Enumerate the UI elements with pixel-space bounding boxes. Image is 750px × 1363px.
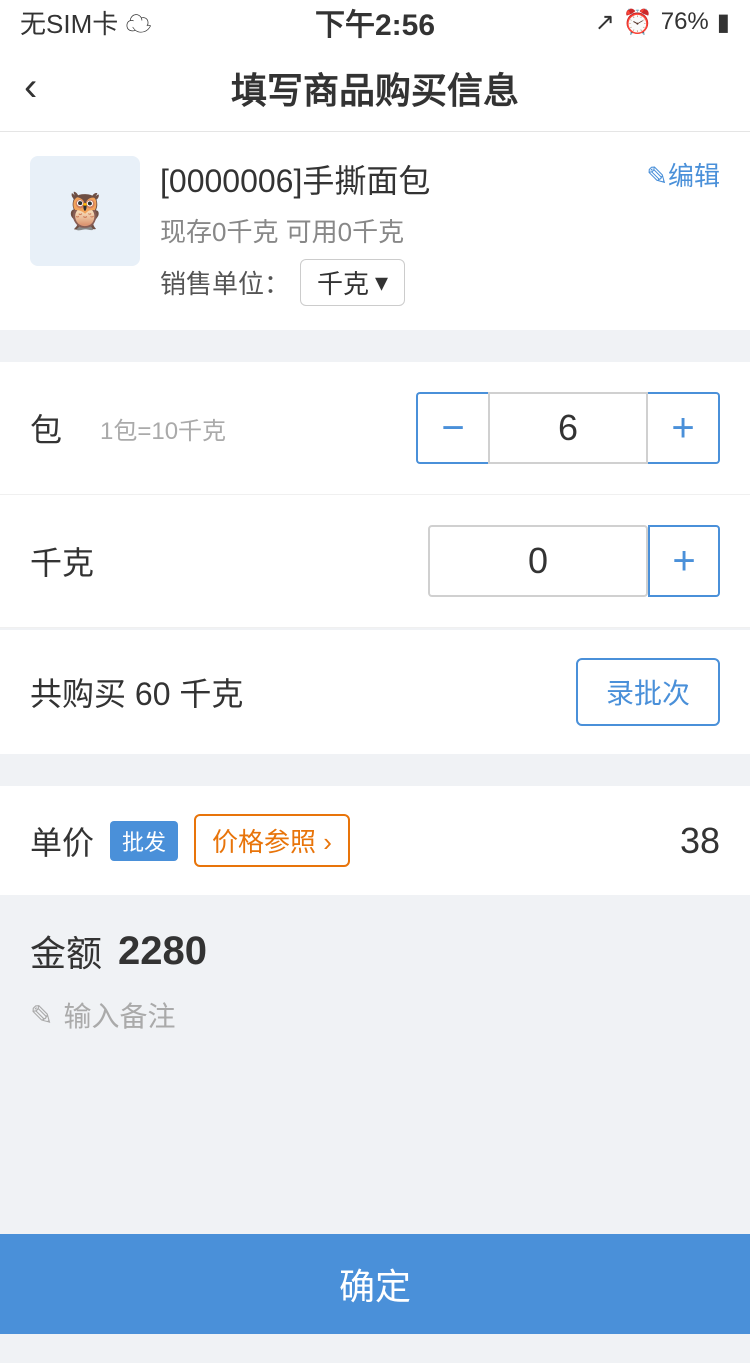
batch-button[interactable]: 录批次	[576, 658, 720, 726]
amount-label: 金额	[30, 925, 102, 977]
back-button[interactable]: ‹	[24, 65, 37, 110]
no-sim-text: 无SIM卡 ☁	[20, 4, 151, 41]
status-right: ↗ ⏰ 76% ▮	[595, 8, 730, 37]
kg-increment-button[interactable]: +	[648, 525, 720, 597]
battery-icon: ▮	[717, 8, 730, 37]
note-placeholder: 输入备注	[63, 995, 175, 1035]
bao-decrement-button[interactable]: −	[416, 392, 488, 464]
bao-label: 包	[30, 405, 90, 451]
quantity-bao-row: 包 1包=10千克 − +	[0, 362, 750, 495]
product-card: 🦉 [0000006]手撕面包 ✎编辑 现存0千克 可用0千克 销售单位： 千克…	[0, 132, 750, 330]
product-name-row: [0000006]手撕面包 ✎编辑	[160, 156, 720, 202]
battery-text: 76%	[661, 8, 709, 36]
bao-hint: 1包=10千克	[100, 411, 416, 446]
amount-row: 金额 2280	[30, 925, 720, 977]
price-ref-button[interactable]: 价格参照 ›	[194, 814, 350, 867]
note-row[interactable]: ✎ 输入备注	[30, 995, 720, 1035]
unit-value: 千克	[317, 264, 369, 301]
page-title: 填写商品购买信息	[231, 62, 519, 114]
bao-quantity-input[interactable]	[488, 392, 648, 464]
edit-button[interactable]: ✎编辑	[646, 156, 720, 193]
divider-1	[0, 346, 750, 362]
chevron-down-icon: ▾	[375, 267, 388, 298]
product-unit-row: 销售单位： 千克 ▾	[160, 259, 720, 306]
price-row: 单价 批发 价格参照 › 38	[30, 814, 720, 867]
pencil-icon: ✎	[30, 999, 53, 1032]
amount-value: 2280	[118, 929, 207, 974]
bao-increment-button[interactable]: +	[648, 392, 720, 464]
total-text: 共购买 60 千克	[30, 669, 243, 715]
confirm-button[interactable]: 确定	[0, 1234, 750, 1334]
kg-quantity-controls: +	[428, 525, 720, 597]
status-left: 无SIM卡 ☁	[20, 4, 151, 41]
bao-quantity-controls: − +	[416, 392, 720, 464]
alarm-icon: ⏰	[623, 8, 653, 37]
product-name: [0000006]手撕面包	[160, 156, 430, 202]
product-thumbnail: 🦉	[30, 156, 140, 266]
amount-section: 金额 2280 ✎ 输入备注	[0, 897, 750, 1063]
nav-bar: ‹ 填写商品购买信息	[0, 44, 750, 132]
location-icon: ↗	[595, 8, 615, 37]
price-section: 单价 批发 价格参照 › 38	[0, 786, 750, 895]
quantity-section: 包 1包=10千克 − + 千克 +	[0, 362, 750, 628]
total-row: 共购买 60 千克 录批次	[0, 630, 750, 754]
kg-label: 千克	[30, 538, 94, 584]
price-label: 单价	[30, 818, 94, 864]
status-bar: 无SIM卡 ☁ 下午2:56 ↗ ⏰ 76% ▮	[0, 0, 750, 44]
batch-tag: 批发	[110, 821, 178, 861]
quantity-kg-row: 千克 +	[0, 495, 750, 628]
kg-quantity-input[interactable]	[428, 525, 648, 597]
product-stock: 现存0千克 可用0千克	[160, 212, 720, 249]
product-info: [0000006]手撕面包 ✎编辑 现存0千克 可用0千克 销售单位： 千克 ▾	[160, 156, 720, 306]
status-time: 下午2:56	[315, 0, 435, 44]
price-value: 38	[680, 820, 720, 862]
divider-2	[0, 770, 750, 786]
unit-select[interactable]: 千克 ▾	[300, 259, 405, 306]
unit-label: 销售单位：	[160, 264, 290, 301]
